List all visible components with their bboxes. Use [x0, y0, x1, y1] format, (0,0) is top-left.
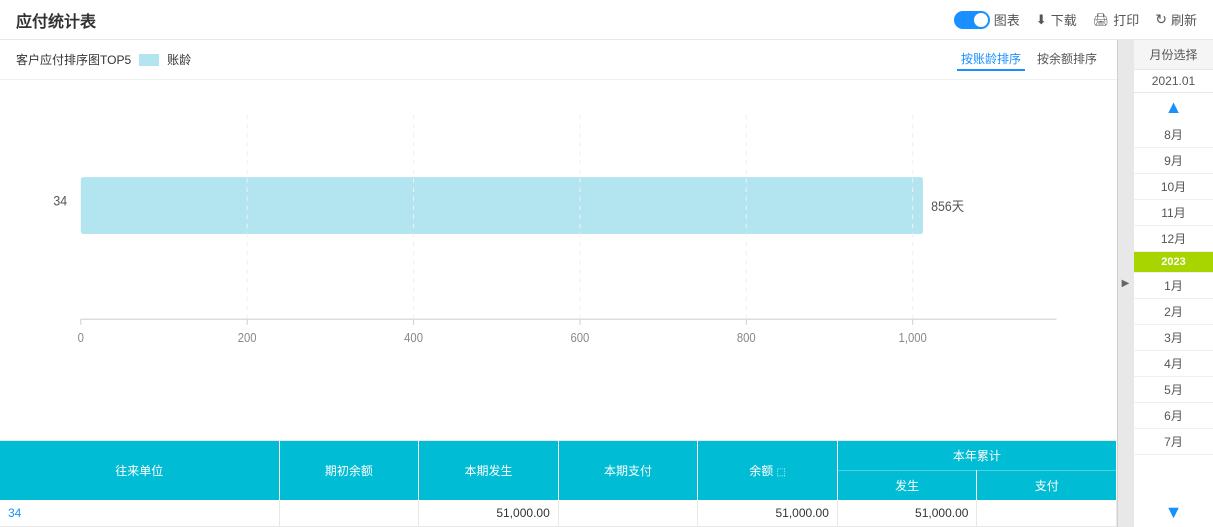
- col-opening: 期初余额: [279, 441, 419, 500]
- svg-text:200: 200: [238, 330, 257, 345]
- header: 应付统计表 图表 ⬇ 下载 🖨 打印 ↻ 刷新: [0, 0, 1213, 40]
- main-content: 客户应付排序图TOP5 账龄 按账龄排序 按余额排序 34: [0, 40, 1213, 527]
- svg-text:1,000: 1,000: [899, 330, 928, 345]
- cell-current-occur: 51,000.00: [419, 500, 559, 527]
- svg-text:600: 600: [571, 330, 590, 345]
- col-current-occur: 本期发生: [419, 441, 559, 500]
- cell-opening: [279, 500, 419, 527]
- download-icon: ⬇: [1036, 12, 1047, 28]
- header-actions: 图表 ⬇ 下载 🖨 打印 ↻ 刷新: [954, 10, 1197, 29]
- sidebar-month-item[interactable]: 6月: [1134, 403, 1213, 429]
- sidebar-month-item[interactable]: 7月: [1134, 429, 1213, 455]
- sidebar-collapse-btn[interactable]: ▶: [1117, 40, 1133, 527]
- table-area: 往来单位 期初余额 本期发生 本期支付 余额 ⬚ 本年累计 发生 支付: [0, 440, 1117, 527]
- sidebar-month-item[interactable]: 10月: [1134, 174, 1213, 200]
- sort-by-balance-btn[interactable]: 按账龄排序: [957, 48, 1025, 71]
- chart-toggle[interactable]: [954, 11, 990, 29]
- print-label: 打印: [1113, 10, 1139, 29]
- legend-title: 客户应付排序图TOP5: [16, 51, 131, 68]
- cell-balance: 51,000.00: [698, 500, 838, 527]
- chart-area: 客户应付排序图TOP5 账龄 按账龄排序 按余额排序 34: [0, 40, 1117, 440]
- chart-svg: 34 856天 0: [50, 92, 1077, 410]
- table-wrapper: 往来单位 期初余额 本期发生 本期支付 余额 ⬚ 本年累计 发生 支付: [0, 441, 1117, 527]
- svg-text:856天: 856天: [931, 199, 964, 215]
- chart-label: 图表: [994, 10, 1020, 29]
- refresh-label: 刷新: [1171, 10, 1197, 29]
- refresh-action[interactable]: ↻ 刷新: [1155, 10, 1197, 29]
- cell-ytd-pay: [977, 500, 1117, 527]
- sidebar-scroll-up-btn[interactable]: ▲: [1134, 93, 1213, 122]
- chart-legend: 客户应付排序图TOP5 账龄: [16, 51, 191, 68]
- sidebar-scroll-down-btn[interactable]: ▼: [1134, 498, 1213, 527]
- sidebar-month-item[interactable]: 1月: [1134, 273, 1213, 299]
- sidebar-month-item[interactable]: 2月: [1134, 299, 1213, 325]
- legend-color-box: [139, 54, 159, 66]
- svg-text:800: 800: [737, 330, 756, 345]
- sidebar-year-display: 2021.01: [1134, 70, 1213, 93]
- table-row: 34 51,000.00 51,000.00 51,000.00: [0, 500, 1117, 527]
- data-table: 往来单位 期初余额 本期发生 本期支付 余额 ⬚ 本年累计 发生 支付: [0, 441, 1117, 527]
- cell-current-pay: [558, 500, 698, 527]
- chart-toggle-action[interactable]: 图表: [954, 10, 1020, 29]
- sidebar-month-item[interactable]: 8月: [1134, 122, 1213, 148]
- col-current-pay: 本期支付: [558, 441, 698, 500]
- col-ytd-occur: 发生: [837, 471, 977, 501]
- legend-color-label: 账龄: [167, 51, 191, 68]
- svg-text:400: 400: [404, 330, 423, 345]
- chart-body: 34 856天 0: [0, 80, 1117, 440]
- col-company: 往来单位: [0, 441, 279, 500]
- download-action[interactable]: ⬇ 下载: [1036, 10, 1077, 29]
- svg-text:34: 34: [53, 193, 67, 209]
- sidebar-month-item[interactable]: 5月: [1134, 377, 1213, 403]
- cell-ytd-occur: 51,000.00: [837, 500, 977, 527]
- sidebar-month-item[interactable]: 9月: [1134, 148, 1213, 174]
- cell-company: 34: [0, 500, 279, 527]
- chart-header: 客户应付排序图TOP5 账龄 按账龄排序 按余额排序: [0, 40, 1117, 80]
- chevron-down-icon: ▼: [1165, 502, 1183, 522]
- print-icon: 🖨: [1093, 12, 1110, 28]
- chevron-up-icon: ▲: [1165, 97, 1183, 117]
- right-sidebar: 月份选择 2021.01 ▲ 8月9月10月11月12月20231月2月3月4月…: [1133, 40, 1213, 527]
- col-balance: 余额 ⬚: [698, 441, 838, 500]
- sidebar-month-header: 月份选择: [1134, 40, 1213, 70]
- sort-by-amount-btn[interactable]: 按余额排序: [1033, 48, 1101, 71]
- download-label: 下载: [1051, 10, 1077, 29]
- page-title: 应付统计表: [16, 8, 96, 32]
- col-ytd: 本年累计: [837, 441, 1116, 471]
- sidebar-months-list: 8月9月10月11月12月20231月2月3月4月5月6月7月: [1134, 122, 1213, 498]
- company-link[interactable]: 34: [8, 506, 21, 520]
- sidebar-month-item[interactable]: 12月: [1134, 226, 1213, 252]
- sidebar-year-label[interactable]: 2023: [1134, 252, 1213, 273]
- app-container: 应付统计表 图表 ⬇ 下载 🖨 打印 ↻ 刷新: [0, 0, 1213, 527]
- sidebar-month-item[interactable]: 11月: [1134, 200, 1213, 226]
- left-panel: 客户应付排序图TOP5 账龄 按账龄排序 按余额排序 34: [0, 40, 1117, 527]
- col-ytd-pay: 支付: [977, 471, 1117, 501]
- svg-text:0: 0: [78, 330, 85, 345]
- print-action[interactable]: 🖨 打印: [1093, 10, 1140, 29]
- balance-sort-icon[interactable]: ⬚: [777, 467, 786, 478]
- sidebar-month-item[interactable]: 4月: [1134, 351, 1213, 377]
- collapse-icon: ▶: [1122, 278, 1130, 289]
- sidebar-month-item[interactable]: 3月: [1134, 325, 1213, 351]
- chart-sort-buttons: 按账龄排序 按余额排序: [957, 48, 1101, 71]
- refresh-icon: ↻: [1155, 11, 1167, 28]
